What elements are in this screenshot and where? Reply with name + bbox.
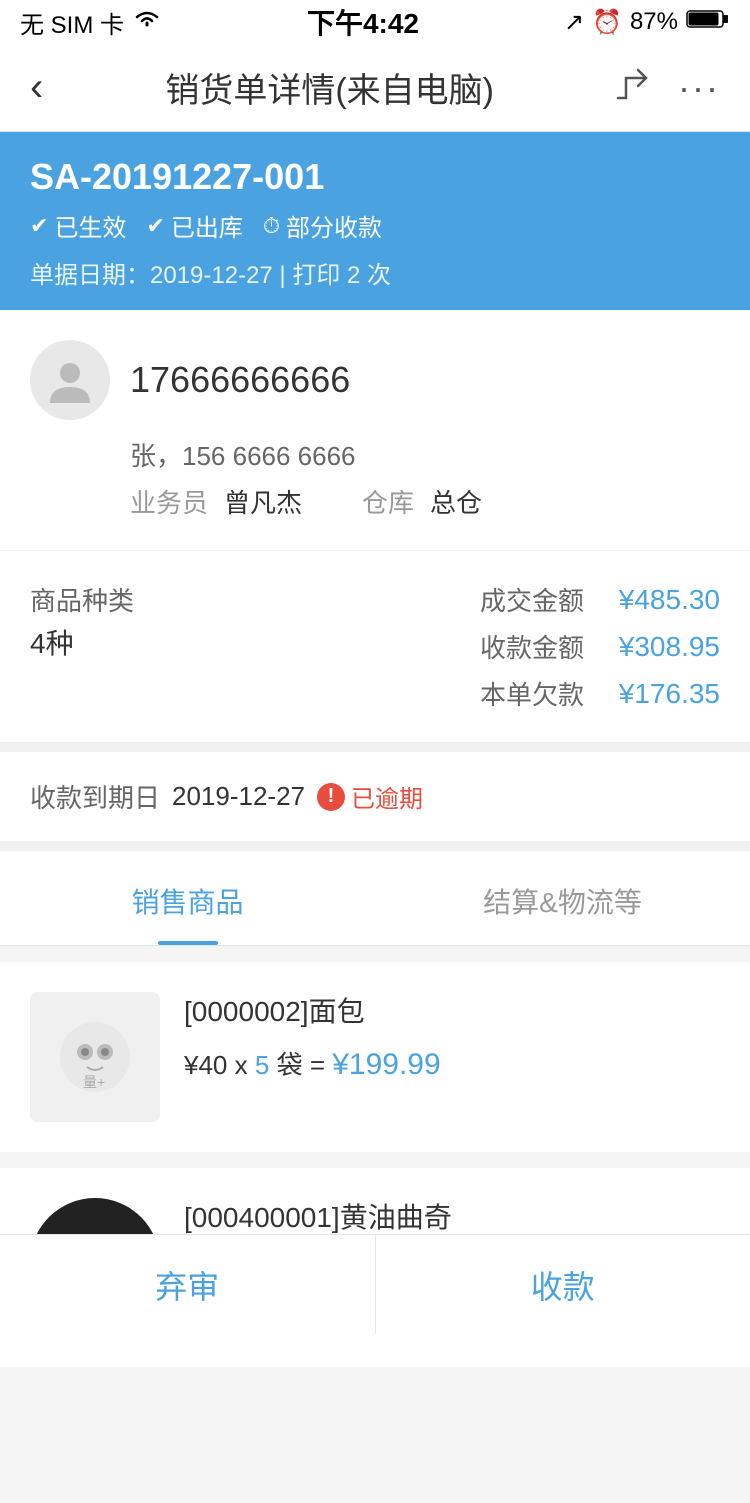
order-id: SA-20191227-001	[30, 156, 720, 198]
product-price-1: ¥40 x 5 袋 = ¥199.99	[184, 1045, 720, 1082]
sales-name: 曾凡杰	[224, 483, 302, 520]
status-left: 无 SIM 卡	[20, 5, 162, 40]
deal-amount-label: 成交金额	[480, 581, 584, 618]
receipt-amount-label: 收款金额	[480, 628, 584, 665]
badge-partial-payment: ⏱ 部分收款	[263, 208, 382, 243]
customer-meta: 业务员 曾凡杰 仓库 总仓	[30, 483, 720, 520]
order-badges: ✔ 已生效 ✔ 已出库 ⏱ 部分收款	[30, 208, 720, 243]
more-icon[interactable]: ···	[678, 67, 720, 109]
receipt-amount-row: 收款金额 ¥308.95	[480, 628, 720, 665]
product-name-1: [0000002]面包	[184, 992, 720, 1031]
product-info-1: [0000002]面包 ¥40 x 5 袋 = ¥199.99	[184, 992, 720, 1082]
deal-amount-value: ¥485.30	[600, 584, 720, 616]
svg-text:量+: 量+	[83, 1074, 105, 1090]
debt-amount-row: 本单欠款 ¥176.35	[480, 675, 720, 712]
status-right: ↗ ⏰ 87%	[564, 8, 730, 37]
check-icon-1: ✔	[30, 213, 48, 239]
battery-level: 87%	[630, 8, 678, 36]
page-title: 销货单详情(来自电脑)	[165, 63, 494, 112]
product-item-1: 量+ [0000002]面包 ¥40 x 5 袋 = ¥199.99	[0, 962, 750, 1152]
debt-amount-value: ¥176.35	[600, 678, 720, 710]
warehouse-name: 总仓	[430, 483, 482, 520]
stats-section: 商品种类 4种 成交金额 ¥485.30 收款金额 ¥308.95 本单欠款 ¥…	[0, 551, 750, 752]
overdue-icon: !	[317, 783, 345, 811]
tab-settlement[interactable]: 结算&物流等	[375, 851, 750, 945]
badge-effective: ✔ 已生效	[30, 208, 126, 243]
customer-phone: 17666666666	[130, 359, 350, 401]
back-button[interactable]: ‹	[30, 65, 43, 110]
wifi-icon	[132, 8, 162, 36]
sim-status: 无 SIM 卡	[20, 5, 124, 40]
due-label: 收款到期日	[30, 778, 160, 815]
status-bar: 无 SIM 卡 下午4:42 ↗ ⏰ 87%	[0, 0, 750, 44]
due-section: 收款到期日 2019-12-27 ! 已逾期	[0, 752, 750, 851]
debt-amount-label: 本单欠款	[480, 675, 584, 712]
due-date: 2019-12-27	[172, 781, 305, 812]
battery-icon	[686, 8, 730, 37]
tabs-section: 销售商品 结算&物流等	[0, 851, 750, 946]
product-image-1: 量+	[30, 992, 160, 1122]
deal-amount-row: 成交金额 ¥485.30	[480, 581, 720, 618]
location-icon: ↗	[564, 8, 584, 37]
sales-label: 业务员	[130, 483, 208, 520]
nav-bar: ‹ 销货单详情(来自电脑) ···	[0, 44, 750, 132]
order-header: SA-20191227-001 ✔ 已生效 ✔ 已出库 ⏱ 部分收款 单据日期：…	[0, 132, 750, 310]
product-name-2: [000400001]黄油曲奇	[184, 1198, 720, 1237]
order-date: 单据日期：2019-12-27 | 打印 2 次	[30, 255, 720, 290]
customer-row: 17666666666	[30, 340, 720, 420]
customer-name-detail: 张，156 6666 6666	[30, 436, 720, 473]
receipt-amount-value: ¥308.95	[600, 631, 720, 663]
tab-sales-products[interactable]: 销售商品	[0, 851, 375, 945]
warehouse-label: 仓库	[362, 483, 414, 520]
abandon-button[interactable]: 弃审	[0, 1235, 376, 1334]
collect-button[interactable]: 收款	[376, 1235, 750, 1334]
avatar	[30, 340, 110, 420]
check-icon-2: ✔	[146, 213, 164, 239]
sales-info: 业务员 曾凡杰	[130, 483, 302, 520]
badge-shipped: ✔ 已出库	[146, 208, 242, 243]
share-icon[interactable]	[616, 68, 648, 108]
bottom-bar: 弃审 收款	[0, 1234, 750, 1334]
stats-right: 成交金额 ¥485.30 收款金额 ¥308.95 本单欠款 ¥176.35	[480, 581, 720, 712]
alarm-icon: ⏰	[592, 8, 622, 37]
time-display: 下午4:42	[307, 2, 419, 42]
product-type-label: 商品种类	[30, 581, 134, 618]
clock-icon: ⏱	[263, 213, 280, 239]
overdue-badge: ! 已逾期	[317, 779, 423, 814]
warehouse-info: 仓库 总仓	[362, 483, 482, 520]
product-list: 量+ [0000002]面包 ¥40 x 5 袋 = ¥199.99	[0, 962, 750, 1503]
product-total-1: ¥199.99	[332, 1048, 440, 1081]
stats-left: 商品种类 4种	[30, 581, 134, 662]
customer-section: 17666666666 张，156 6666 6666 业务员 曾凡杰 仓库 总…	[0, 310, 750, 551]
product-qty-1: 5	[255, 1050, 269, 1080]
product-type-value: 4种	[30, 622, 134, 662]
overdue-text: 已逾期	[351, 779, 423, 814]
nav-right: ···	[616, 67, 720, 109]
